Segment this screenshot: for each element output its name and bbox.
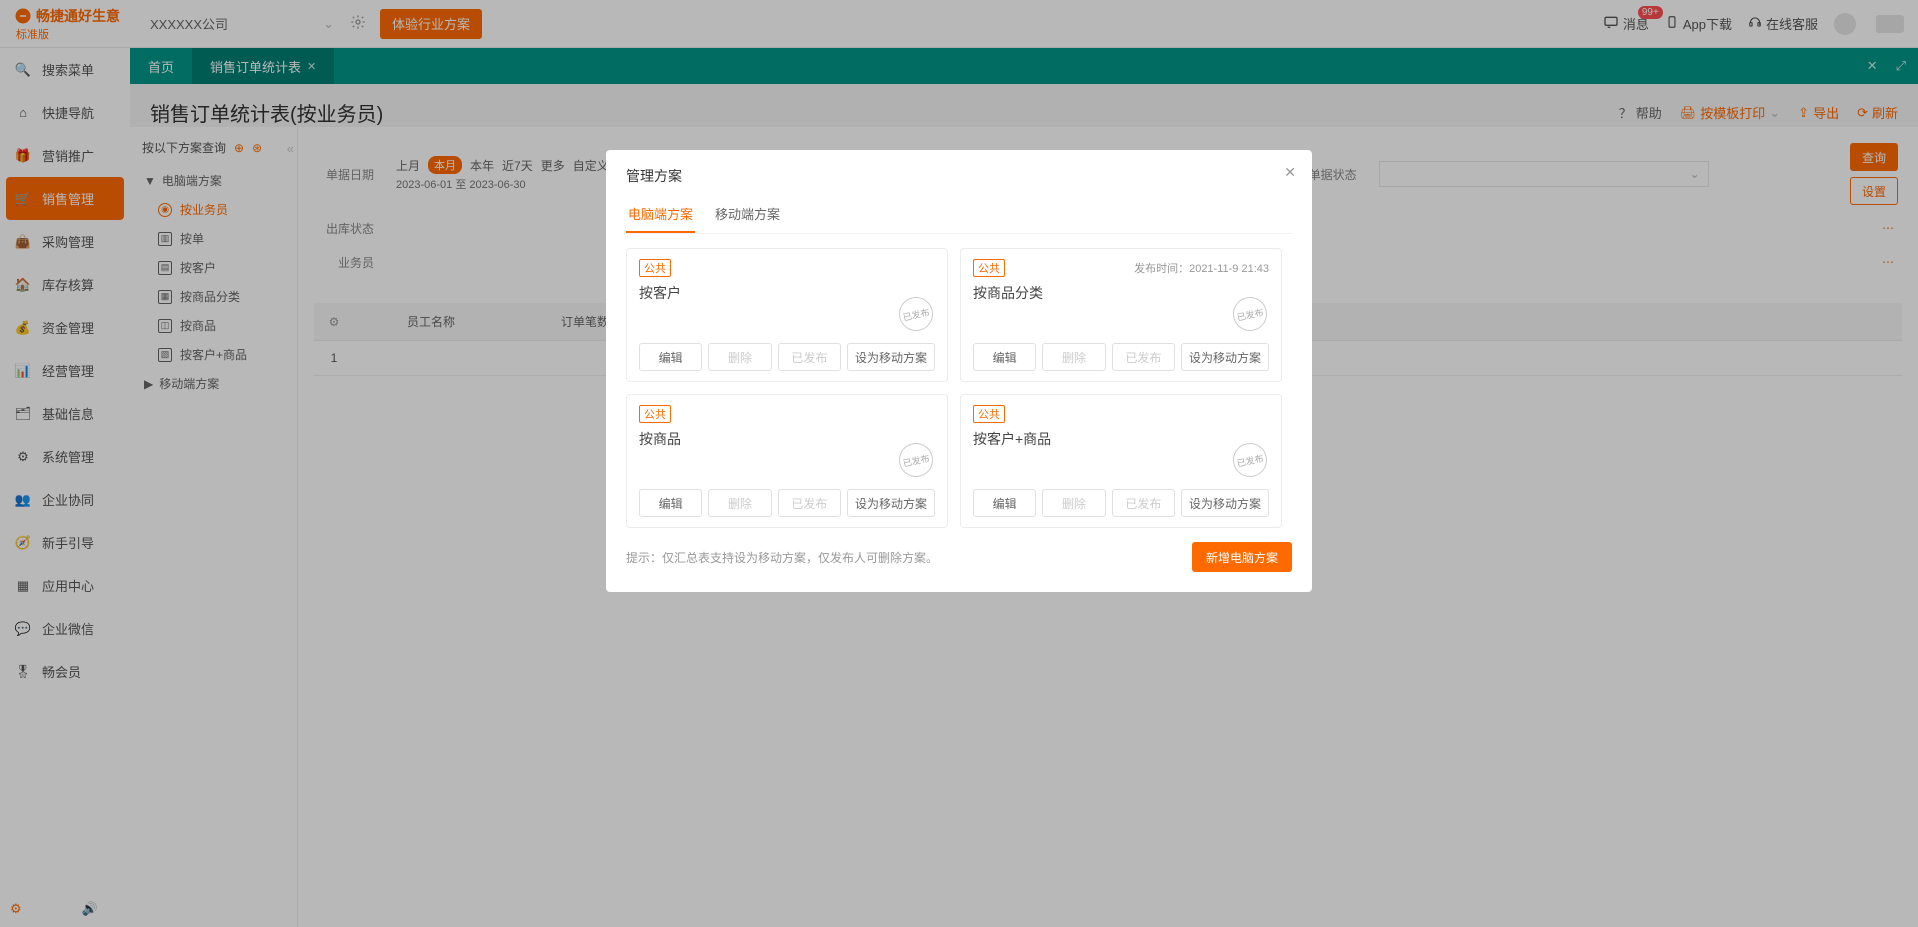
card-delete-button[interactable]: 删除 xyxy=(1042,343,1105,371)
card-published-button[interactable]: 已发布 xyxy=(1112,489,1175,517)
card-title: 按商品分类 xyxy=(973,283,1269,303)
modal-tabs: 电脑端方案 移动端方案 xyxy=(626,196,1292,234)
modal-layer: 管理方案 ✕ 电脑端方案 移动端方案 公共 按客户 已发布 编辑 删除 已发布 … xyxy=(0,0,1918,927)
card-title: 按客户 xyxy=(639,283,935,303)
card-edit-button[interactable]: 编辑 xyxy=(973,489,1036,517)
modal-tab-mobile[interactable]: 移动端方案 xyxy=(713,196,782,233)
modal-hint: 提示：仅汇总表支持设为移动方案，仅发布人可删除方案。 xyxy=(626,549,938,566)
card-delete-button[interactable]: 删除 xyxy=(1042,489,1105,517)
card-title: 按商品 xyxy=(639,429,935,449)
close-icon[interactable]: ✕ xyxy=(1284,164,1296,181)
public-tag: 公共 xyxy=(639,405,671,423)
card-set-mobile-button[interactable]: 设为移动方案 xyxy=(1181,489,1269,517)
public-tag: 公共 xyxy=(973,259,1005,277)
public-tag: 公共 xyxy=(973,405,1005,423)
card-set-mobile-button[interactable]: 设为移动方案 xyxy=(1181,343,1269,371)
new-pc-scheme-button[interactable]: 新增电脑方案 xyxy=(1192,542,1292,572)
card-delete-button[interactable]: 删除 xyxy=(708,489,771,517)
card-published-button[interactable]: 已发布 xyxy=(778,343,841,371)
publish-time: 发布时间：2021-11-9 21:43 xyxy=(1134,260,1269,276)
manage-scheme-modal: 管理方案 ✕ 电脑端方案 移动端方案 公共 按客户 已发布 编辑 删除 已发布 … xyxy=(606,150,1312,592)
card-published-button[interactable]: 已发布 xyxy=(778,489,841,517)
scheme-card: 公共 按客户 已发布 编辑 删除 已发布 设为移动方案 xyxy=(626,248,948,382)
card-edit-button[interactable]: 编辑 xyxy=(639,343,702,371)
scheme-card-list[interactable]: 公共 按客户 已发布 编辑 删除 已发布 设为移动方案 公共 发布时间：2021-… xyxy=(626,248,1292,528)
card-edit-button[interactable]: 编辑 xyxy=(973,343,1036,371)
public-tag: 公共 xyxy=(639,259,671,277)
card-set-mobile-button[interactable]: 设为移动方案 xyxy=(847,489,935,517)
modal-title: 管理方案 xyxy=(626,166,1292,186)
scheme-card: 公共 按客户+商品 已发布 编辑 删除 已发布 设为移动方案 xyxy=(960,394,1282,528)
card-set-mobile-button[interactable]: 设为移动方案 xyxy=(847,343,935,371)
card-published-button[interactable]: 已发布 xyxy=(1112,343,1175,371)
scheme-card: 公共发布时间：2021-11-9 21:43 按商品分类 已发布 编辑 删除 已… xyxy=(960,248,1282,382)
scheme-card: 公共 按商品 已发布 编辑 删除 已发布 设为移动方案 xyxy=(626,394,948,528)
modal-tab-pc[interactable]: 电脑端方案 xyxy=(626,196,695,233)
card-delete-button[interactable]: 删除 xyxy=(708,343,771,371)
card-edit-button[interactable]: 编辑 xyxy=(639,489,702,517)
card-title: 按客户+商品 xyxy=(973,429,1269,449)
